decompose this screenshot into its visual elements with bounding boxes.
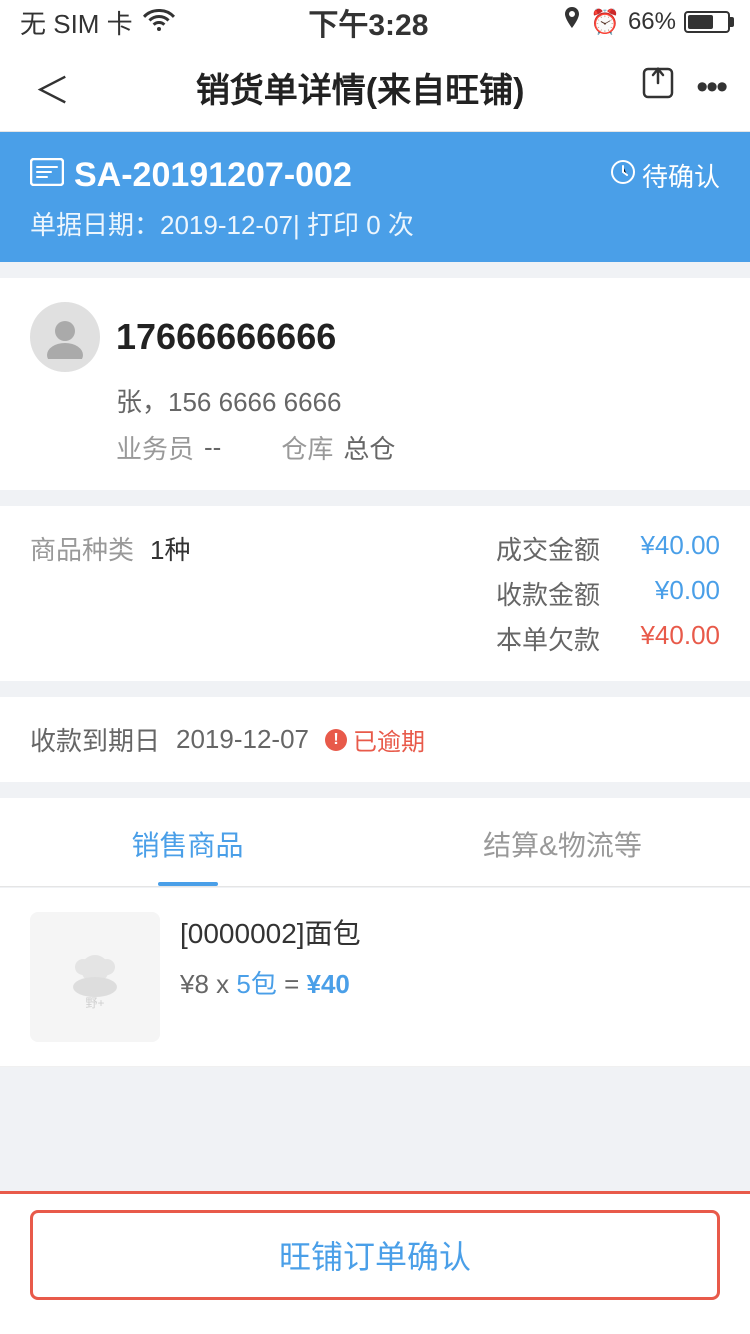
sales-rep: 业务员 -- <box>116 429 221 466</box>
page-title: 销货单详情(来自旺铺) <box>80 63 640 112</box>
alarm-icon: ⏰ <box>590 8 620 37</box>
avatar <box>30 302 100 372</box>
table-row: 野+ [0000002]面包 ¥8 x 5包 = ¥40 <box>0 888 750 1067</box>
tab-settlement[interactable]: 结算&物流等 <box>375 798 750 886</box>
tabs: 销售商品 结算&物流等 <box>0 798 750 887</box>
customer-meta: 业务员 -- 仓库 总仓 <box>116 429 720 466</box>
due-date-card: 收款到期日 2019-12-07 ! 已逾期 <box>0 697 750 782</box>
customer-row: 17666666666 <box>30 302 720 372</box>
clock-icon <box>610 159 636 192</box>
battery-icon <box>684 11 730 33</box>
summary-card: 商品种类 1种 成交金额 ¥40.00 收款金额 ¥0.00 本单欠款 ¥40.… <box>0 506 750 681</box>
order-icon <box>30 156 64 195</box>
time-label: 下午3:28 <box>308 0 428 44</box>
order-header: SA-20191207-002 待确认 单据日期：2019-12-07| 打印 … <box>0 132 750 262</box>
product-details: [0000002]面包 ¥8 x 5包 = ¥40 <box>180 912 720 1001</box>
financial-summary: 成交金额 ¥40.00 收款金额 ¥0.00 本单欠款 ¥40.00 <box>496 530 720 657</box>
customer-phone: 17666666666 <box>116 316 336 358</box>
battery-percent: 66% <box>628 8 676 36</box>
amount-row: 成交金额 ¥40.00 <box>496 530 720 567</box>
product-price: ¥8 x 5包 = ¥40 <box>180 964 720 1001</box>
order-id-row: SA-20191207-002 待确认 <box>30 156 720 195</box>
customer-card: 17666666666 张，156 6666 6666 业务员 -- 仓库 总仓 <box>0 278 750 490</box>
svg-text:野+: 野+ <box>85 996 104 1010</box>
product-name: [0000002]面包 <box>180 912 720 952</box>
overdue-icon: ! <box>325 729 347 751</box>
order-date: 单据日期：2019-12-07| 打印 0 次 <box>30 205 720 242</box>
product-list: 野+ [0000002]面包 ¥8 x 5包 = ¥40 <box>0 888 750 1067</box>
owed-row: 本单欠款 ¥40.00 <box>496 620 720 657</box>
carrier-label: 无 SIM 卡 <box>20 4 133 41</box>
order-id: SA-20191207-002 <box>30 156 352 195</box>
status-left: 无 SIM 卡 <box>20 4 175 41</box>
product-category: 商品种类 1种 <box>30 530 190 567</box>
confirm-order-button[interactable]: 旺铺订单确认 <box>30 1210 720 1300</box>
back-button[interactable]: ＜ <box>24 52 80 124</box>
overdue-badge: ! 已逾期 <box>325 722 425 757</box>
tab-products[interactable]: 销售商品 <box>0 798 375 886</box>
status-bar: 无 SIM 卡 下午3:28 ⏰ 66% <box>0 0 750 44</box>
warehouse: 仓库 总仓 <box>281 429 395 466</box>
order-status: 待确认 <box>610 157 720 194</box>
status-right: ⏰ 66% <box>562 7 730 38</box>
due-date-label: 收款到期日 <box>30 721 160 758</box>
due-date-value: 2019-12-07 <box>176 724 309 755</box>
share-button[interactable] <box>640 65 676 110</box>
received-row: 收款金额 ¥0.00 <box>496 575 720 612</box>
nav-actions: ••• <box>640 65 726 110</box>
location-icon <box>562 7 582 38</box>
more-button[interactable]: ••• <box>696 68 726 107</box>
product-thumbnail: 野+ <box>30 912 160 1042</box>
confirm-button-wrap: 旺铺订单确认 <box>0 1191 750 1334</box>
nav-bar: ＜ 销货单详情(来自旺铺) ••• <box>0 44 750 132</box>
wifi-icon <box>143 7 175 38</box>
customer-name: 张，156 6666 6666 <box>116 382 720 419</box>
